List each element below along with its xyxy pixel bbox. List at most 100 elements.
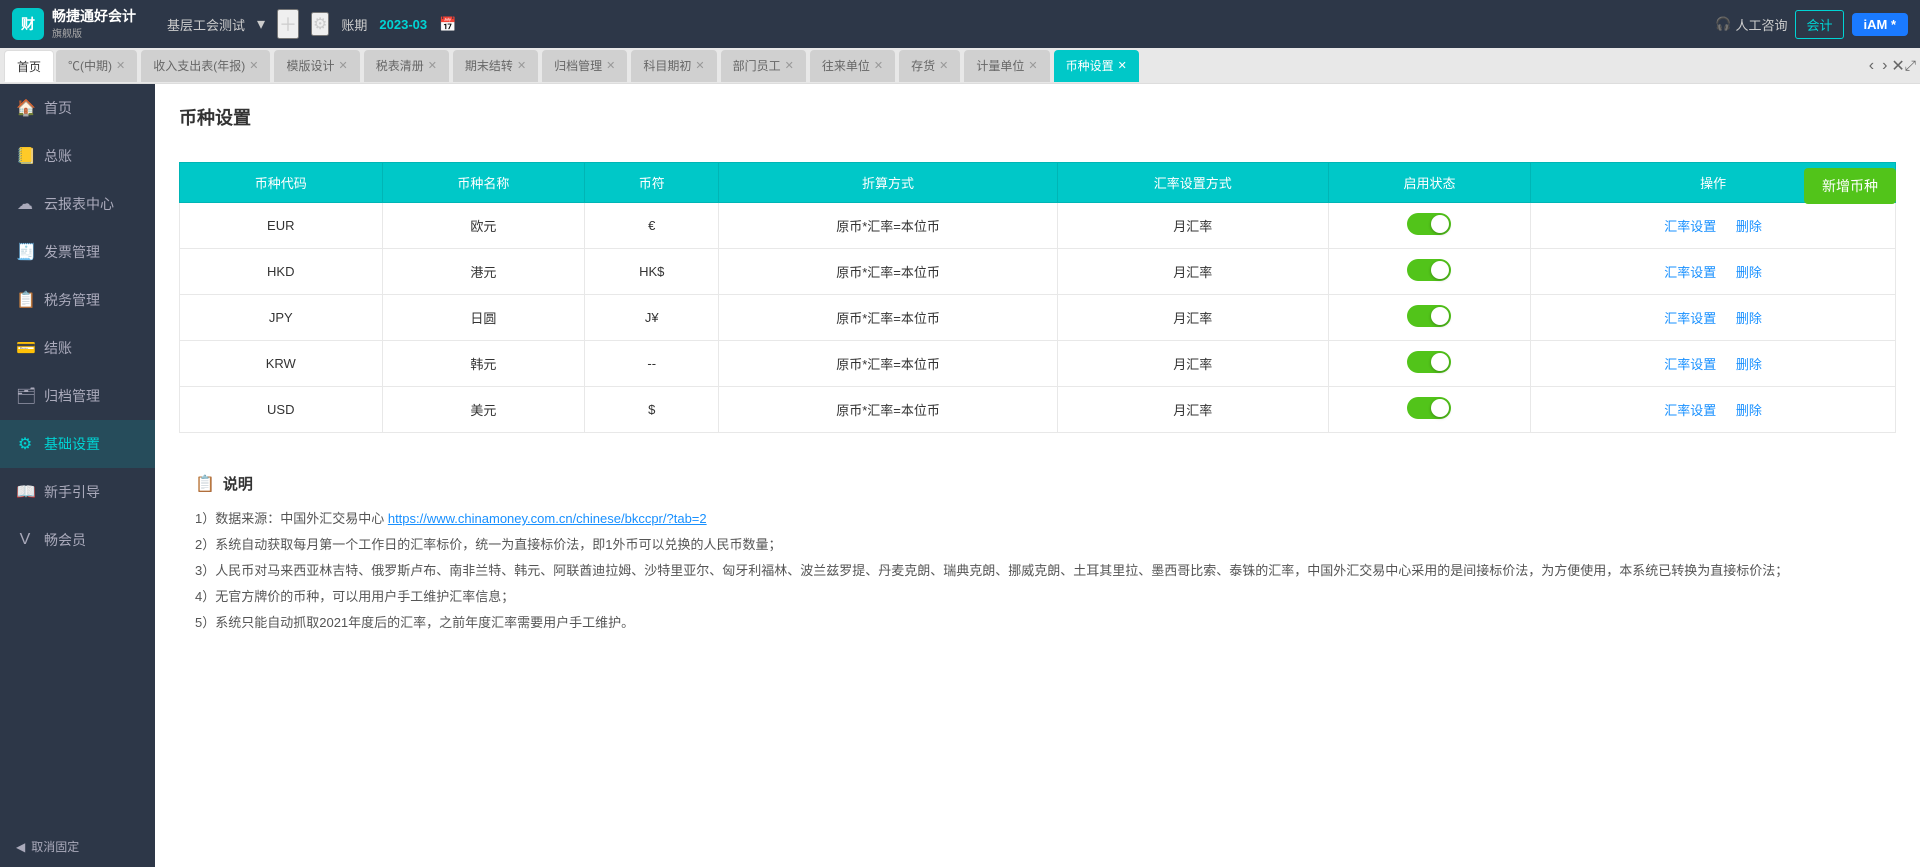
rate-setting-link-4[interactable]: 汇率设置 <box>1664 403 1716 418</box>
col-header-折算方式: 折算方式 <box>719 163 1057 203</box>
sidebar-item-cloud_report[interactable]: ☁ 云报表中心 <box>0 180 155 228</box>
header-center: 基层工会测试 ▾ ＋ ⚙ 账期 2023-03 📅 <box>167 9 1715 39</box>
sidebar-label-archive: 归档管理 <box>44 386 100 406</box>
tab-period_end[interactable]: 期末结转 ✕ <box>453 50 538 82</box>
cell-1-row-4: 美元 <box>382 387 585 433</box>
sidebar-item-settle[interactable]: 💳 结账 <box>0 324 155 372</box>
tab-units[interactable]: 计量单位 ✕ <box>964 50 1049 82</box>
notes-link[interactable]: https://www.chinamoney.com.cn/chinese/bk… <box>388 511 707 526</box>
tab-next-btn[interactable]: › <box>1878 57 1891 75</box>
page-content: 币种设置 新增币种 币种代码币种名称币符折算方式汇率设置方式启用状态操作 EUR… <box>155 84 1920 867</box>
actions-cell-2: 汇率设置 删除 <box>1531 295 1896 341</box>
toggle-switch-1[interactable] <box>1407 259 1451 281</box>
tab-close-icon[interactable]: ✕ <box>517 59 526 72</box>
table-row: HKD港元HK$原币*汇率=本位币月汇率 汇率设置 删除 <box>180 249 1896 295</box>
tab-label: 往来单位 <box>822 57 870 74</box>
tab-label: ℃(中期) <box>68 57 112 74</box>
delete-link-2[interactable]: 删除 <box>1736 311 1762 326</box>
table-row: JPY日圆J¥原币*汇率=本位币月汇率 汇率设置 删除 <box>180 295 1896 341</box>
tab-close-icon[interactable]: ✕ <box>249 59 258 72</box>
settle-icon: 💳 <box>16 338 34 358</box>
toggle-switch-2[interactable] <box>1407 305 1451 327</box>
table-row: USD美元$原币*汇率=本位币月汇率 汇率设置 删除 <box>180 387 1896 433</box>
delete-link-0[interactable]: 删除 <box>1736 219 1762 234</box>
sidebar-items-container: 🏠 首页 📒 总账 ☁ 云报表中心 🧾 发票管理 📋 税务管理 💳 结账 🗂 归… <box>0 84 155 564</box>
tab-close-icon[interactable]: ✕ <box>428 59 437 72</box>
rate-setting-link-2[interactable]: 汇率设置 <box>1664 311 1716 326</box>
cell-3-row-2: 原币*汇率=本位币 <box>719 295 1057 341</box>
settings-gear-btn[interactable]: ⚙ <box>311 12 329 36</box>
support-btn[interactable]: 🎧 人工咨询 <box>1715 15 1787 34</box>
cell-4-row-3: 月汇率 <box>1057 341 1328 387</box>
tab-archive[interactable]: 归档管理 ✕ <box>542 50 627 82</box>
logo-text-block: 畅捷通好会计 旗舰版 <box>52 8 136 40</box>
tab-close-icon[interactable]: ✕ <box>939 59 948 72</box>
tab-close-all-btn[interactable]: ✕ <box>1891 56 1904 76</box>
col-header-币种代码: 币种代码 <box>180 163 383 203</box>
calendar-icon: 📅 <box>439 16 456 33</box>
sidebar-label-settings: 基础设置 <box>44 434 100 454</box>
tab-label: 归档管理 <box>554 57 602 74</box>
tab-tax[interactable]: 税表清册 ✕ <box>364 50 449 82</box>
tab-label: 科目期初 <box>643 57 691 74</box>
toggle-switch-3[interactable] <box>1407 351 1451 373</box>
tab-inventory[interactable]: 存货 ✕ <box>899 50 960 82</box>
company-name: 基层工会测试 <box>167 15 245 34</box>
period-label: 账期 <box>341 15 367 34</box>
tab-close-icon[interactable]: ✕ <box>1118 59 1127 72</box>
tab-currency[interactable]: 币种设置 ✕ <box>1054 50 1139 82</box>
home-icon: 🏠 <box>16 98 34 118</box>
toggle-switch-0[interactable] <box>1407 213 1451 235</box>
tab-home[interactable]: 首页 <box>4 50 54 82</box>
cell-1-row-1: 港元 <box>382 249 585 295</box>
delete-link-1[interactable]: 删除 <box>1736 265 1762 280</box>
rate-setting-link-0[interactable]: 汇率设置 <box>1664 219 1716 234</box>
rate-setting-link-1[interactable]: 汇率设置 <box>1664 265 1716 280</box>
sidebar-item-guide[interactable]: 📖 新手引导 <box>0 468 155 516</box>
sidebar-item-ledger[interactable]: 📒 总账 <box>0 132 155 180</box>
tab-close-icon[interactable]: ✕ <box>338 59 347 72</box>
sidebar-item-member[interactable]: V 畅会员 <box>0 516 155 564</box>
sidebar-item-settings[interactable]: ⚙ 基础设置 <box>0 420 155 468</box>
tab-subjects[interactable]: 科目期初 ✕ <box>631 50 716 82</box>
company-dropdown-btn[interactable]: ▾ <box>257 14 265 34</box>
sidebar-item-tax[interactable]: 📋 税务管理 <box>0 276 155 324</box>
cell-4-row-1: 月汇率 <box>1057 249 1328 295</box>
tab-close-icon[interactable]: ✕ <box>116 59 125 72</box>
add-tab-btn[interactable]: ＋ <box>277 9 299 39</box>
tab-template[interactable]: 模版设计 ✕ <box>274 50 359 82</box>
tab-container: 首页℃(中期) ✕收入支出表(年报) ✕模版设计 ✕税表清册 ✕期末结转 ✕归档… <box>4 50 1865 82</box>
tab-close-icon[interactable]: ✕ <box>1028 59 1037 72</box>
cell-2-row-4: $ <box>585 387 719 433</box>
sidebar-item-home[interactable]: 🏠 首页 <box>0 84 155 132</box>
sidebar-item-archive[interactable]: 🗂 归档管理 <box>0 372 155 420</box>
tab-contacts[interactable]: 往来单位 ✕ <box>810 50 895 82</box>
new-currency-btn[interactable]: 新增币种 <box>1804 168 1896 204</box>
tab-dept[interactable]: 部门员工 ✕ <box>721 50 806 82</box>
actions-cell-3: 汇率设置 删除 <box>1531 341 1896 387</box>
tab-close-icon[interactable]: ✕ <box>785 59 794 72</box>
sidebar-footer-pin[interactable]: ◀ 取消固定 <box>0 826 155 867</box>
tab-label: 收入支出表(年报) <box>153 57 245 74</box>
tab-close-icon[interactable]: ✕ <box>695 59 704 72</box>
tab-period[interactable]: ℃(中期) ✕ <box>56 50 137 82</box>
delete-link-3[interactable]: 删除 <box>1736 357 1762 372</box>
notes-title: 📋 说明 <box>195 473 1880 494</box>
tab-prev-btn[interactable]: ‹ <box>1865 57 1878 75</box>
notes-list: 1）数据来源：中国外汇交易中心 https://www.chinamoney.c… <box>195 506 1880 636</box>
cell-4-row-2: 月汇率 <box>1057 295 1328 341</box>
delete-link-4[interactable]: 删除 <box>1736 403 1762 418</box>
page-header: 币种设置 新增币种 <box>179 104 1896 146</box>
notes-title-text: 说明 <box>223 473 253 494</box>
col-header-启用状态: 启用状态 <box>1328 163 1531 203</box>
sidebar-item-invoice[interactable]: 🧾 发票管理 <box>0 228 155 276</box>
tab-report[interactable]: 收入支出表(年报) ✕ <box>141 50 270 82</box>
rate-setting-link-3[interactable]: 汇率设置 <box>1664 357 1716 372</box>
cell-0-row-0: EUR <box>180 203 383 249</box>
tab-close-icon[interactable]: ✕ <box>606 59 615 72</box>
toggle-cell-1 <box>1328 249 1531 295</box>
accounting-btn[interactable]: 会计 <box>1795 10 1843 39</box>
toggle-switch-4[interactable] <box>1407 397 1451 419</box>
tab-close-icon[interactable]: ✕ <box>874 59 883 72</box>
tab-expand-btn[interactable]: ⤢ <box>1905 57 1916 74</box>
